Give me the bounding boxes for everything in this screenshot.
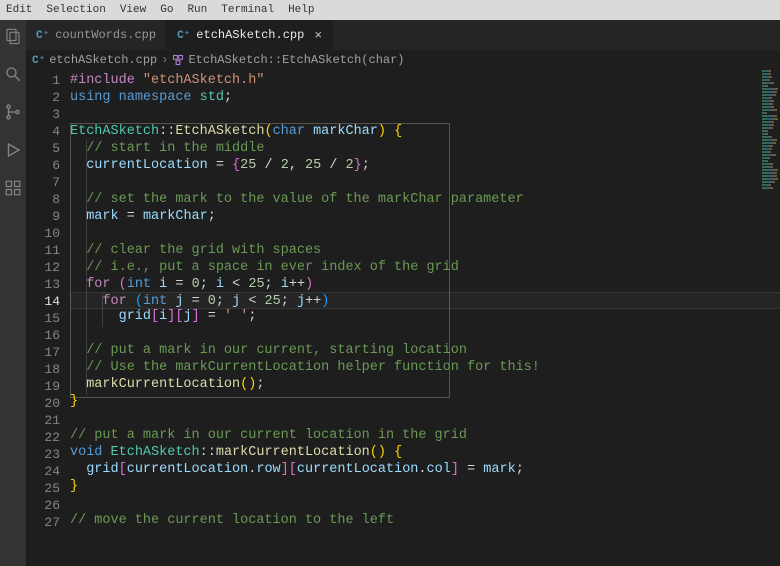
- line-number: 24: [26, 463, 60, 480]
- line-number: 4: [26, 123, 60, 140]
- code-line[interactable]: grid[currentLocation.row][currentLocatio…: [70, 461, 780, 478]
- line-number: 19: [26, 378, 60, 395]
- code-line[interactable]: // i.e., put a space in ever index of th…: [70, 259, 780, 276]
- tab-label: etchASketch.cpp: [196, 28, 304, 42]
- code-line[interactable]: // move the current location to the left: [70, 512, 780, 529]
- code-line[interactable]: [70, 495, 780, 512]
- line-number: 12: [26, 259, 60, 276]
- code-line[interactable]: for (int j = 0; j < 25; j++): [70, 292, 780, 309]
- line-number: 3: [26, 106, 60, 123]
- code-line[interactable]: }: [70, 478, 780, 495]
- code-line[interactable]: // put a mark in our current location in…: [70, 427, 780, 444]
- code-line[interactable]: // start in the middle: [70, 140, 780, 157]
- run-debug-icon[interactable]: [3, 140, 23, 160]
- menu-help[interactable]: Help: [288, 4, 314, 16]
- code-line[interactable]: using namespace std;: [70, 89, 780, 106]
- line-number: 14: [26, 293, 60, 310]
- line-number: 11: [26, 242, 60, 259]
- line-number: 17: [26, 344, 60, 361]
- code-line[interactable]: mark = markChar;: [70, 208, 780, 225]
- files-icon[interactable]: [3, 26, 23, 46]
- menu-selection[interactable]: Selection: [46, 4, 105, 16]
- breadcrumb[interactable]: C⁺ etchASketch.cpp › EtchASketch::EtchAS…: [26, 50, 780, 70]
- code-line[interactable]: // clear the grid with spaces: [70, 242, 780, 259]
- code-line[interactable]: EtchASketch::EtchASketch(char markChar) …: [70, 123, 780, 140]
- cpp-file-icon: C⁺: [32, 53, 45, 67]
- menu-run[interactable]: Run: [187, 4, 207, 16]
- code-line[interactable]: markCurrentLocation();: [70, 376, 780, 393]
- line-number: 27: [26, 514, 60, 531]
- line-number: 25: [26, 480, 60, 497]
- line-number: 22: [26, 429, 60, 446]
- line-number: 9: [26, 208, 60, 225]
- code-line[interactable]: #include "etchASketch.h": [70, 72, 780, 89]
- line-number: 1: [26, 72, 60, 89]
- menu-terminal[interactable]: Terminal: [221, 4, 274, 16]
- tab-countWords-cpp[interactable]: C⁺ countWords.cpp: [26, 20, 167, 50]
- line-number: 26: [26, 497, 60, 514]
- breadcrumb-symbol[interactable]: EtchASketch::EtchASketch(char): [188, 53, 404, 67]
- code-line[interactable]: void EtchASketch::markCurrentLocation() …: [70, 444, 780, 461]
- tabs-row: C⁺ countWords.cpp C⁺ etchASketch.cpp ×: [26, 20, 780, 50]
- line-number: 5: [26, 140, 60, 157]
- extensions-icon[interactable]: [3, 178, 23, 198]
- close-icon[interactable]: ×: [314, 28, 322, 43]
- code-line[interactable]: for (int i = 0; i < 25; i++): [70, 276, 780, 293]
- code-line[interactable]: // Use the markCurrentLocation helper fu…: [70, 359, 780, 376]
- breadcrumb-file[interactable]: etchASketch.cpp: [49, 53, 157, 67]
- code-line[interactable]: [70, 325, 780, 342]
- cpp-file-icon: C⁺: [36, 28, 49, 42]
- tab-label: countWords.cpp: [55, 28, 156, 42]
- line-number: 7: [26, 174, 60, 191]
- line-number-gutter: 1234567891011121314151617181920212223242…: [26, 70, 70, 566]
- source-control-icon[interactable]: [3, 102, 23, 122]
- symbol-class-icon: [172, 54, 184, 66]
- code-line[interactable]: [70, 174, 780, 191]
- code-line[interactable]: }: [70, 393, 780, 410]
- code-editor[interactable]: 1234567891011121314151617181920212223242…: [26, 70, 780, 566]
- line-number: 15: [26, 310, 60, 327]
- code-line[interactable]: [70, 410, 780, 427]
- line-number: 23: [26, 446, 60, 463]
- code-line[interactable]: [70, 225, 780, 242]
- line-number: 8: [26, 191, 60, 208]
- menu-go[interactable]: Go: [160, 4, 173, 16]
- menu-view[interactable]: View: [120, 4, 146, 16]
- line-number: 2: [26, 89, 60, 106]
- line-number: 21: [26, 412, 60, 429]
- line-number: 13: [26, 276, 60, 293]
- activity-bar: [0, 20, 26, 566]
- code-line[interactable]: currentLocation = {25 / 2, 25 / 2};: [70, 157, 780, 174]
- search-icon[interactable]: [3, 64, 23, 84]
- menu-bar[interactable]: Edit Selection View Go Run Terminal Help: [0, 0, 780, 20]
- cpp-file-icon: C⁺: [177, 28, 190, 42]
- menu-edit[interactable]: Edit: [6, 4, 32, 16]
- line-number: 10: [26, 225, 60, 242]
- line-number: 18: [26, 361, 60, 378]
- minimap[interactable]: [762, 70, 780, 270]
- line-number: 16: [26, 327, 60, 344]
- code-line[interactable]: [70, 106, 780, 123]
- tab-etchASketch-cpp[interactable]: C⁺ etchASketch.cpp ×: [167, 20, 333, 50]
- code-content[interactable]: #include "etchASketch.h"using namespace …: [70, 70, 780, 566]
- line-number: 6: [26, 157, 60, 174]
- code-line[interactable]: // set the mark to the value of the mark…: [70, 191, 780, 208]
- code-line[interactable]: // put a mark in our current, starting l…: [70, 342, 780, 359]
- code-line[interactable]: grid[i][j] = ' ';: [70, 308, 780, 325]
- line-number: 20: [26, 395, 60, 412]
- chevron-right-icon: ›: [161, 53, 168, 67]
